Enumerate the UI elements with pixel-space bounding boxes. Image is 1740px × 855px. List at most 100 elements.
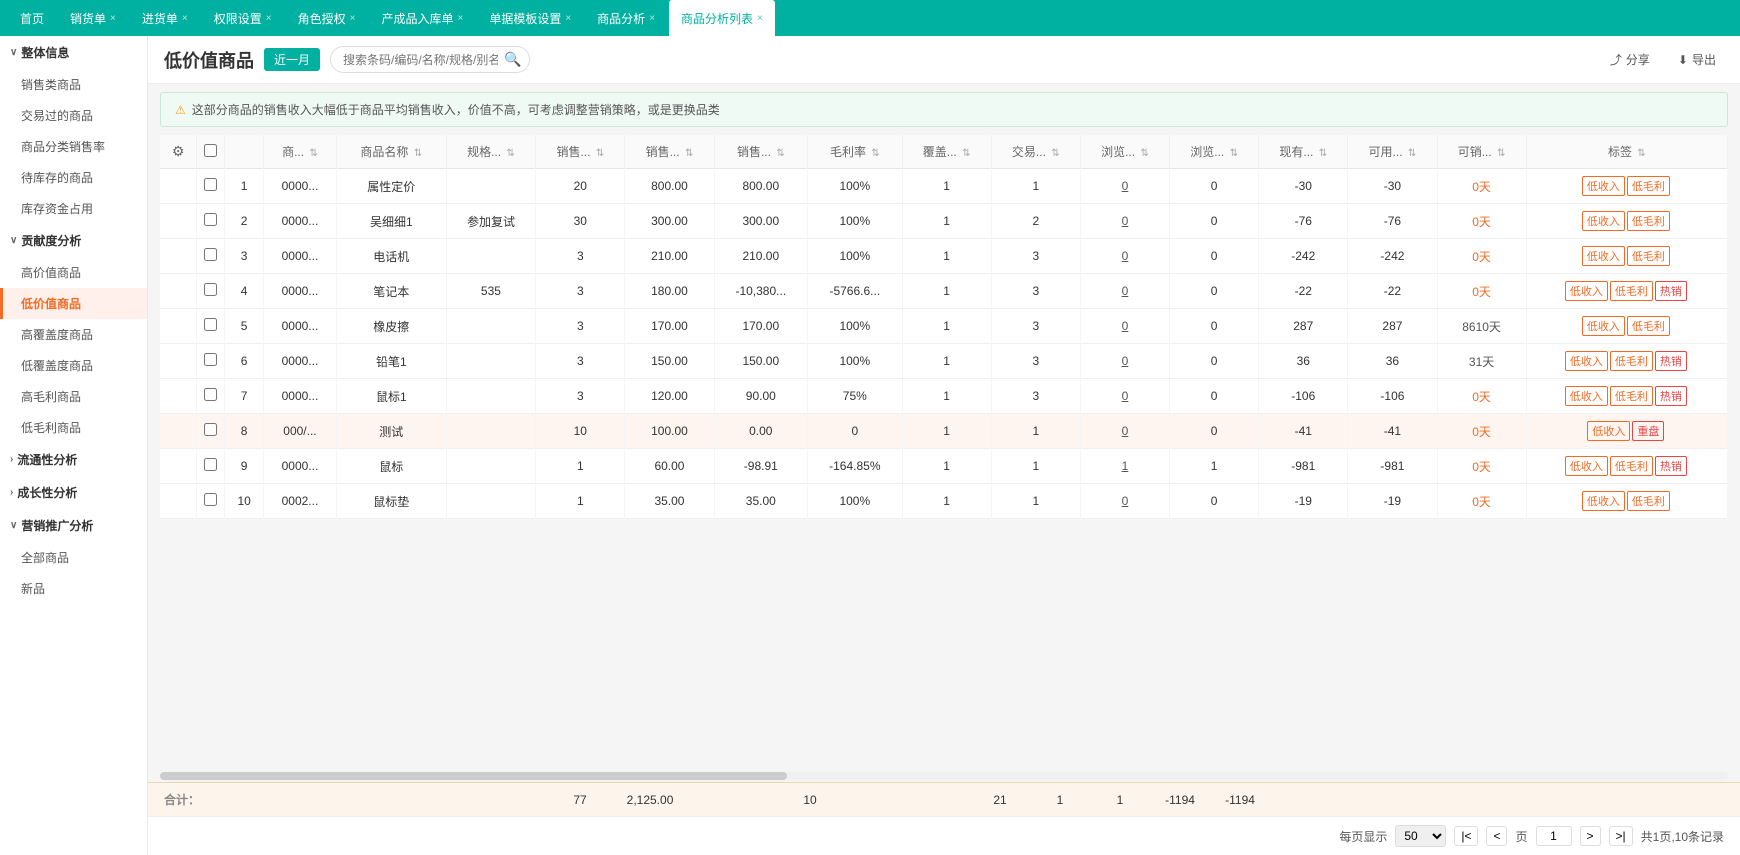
row-browse1[interactable]: 0 (1080, 309, 1169, 344)
search-icon[interactable]: 🔍 (504, 51, 521, 68)
nav-goods-analysis-list-close[interactable]: × (757, 13, 763, 24)
row-trade: 2 (991, 204, 1080, 239)
col-gear[interactable]: ⚙ (160, 135, 197, 169)
next-page-button[interactable]: > (1580, 826, 1601, 846)
nav-home[interactable]: 首页 (8, 0, 56, 36)
col-name[interactable]: 商品名称 ⇅ (336, 135, 446, 169)
row-browse1[interactable]: 1 (1080, 449, 1169, 484)
nav-sales-order-close[interactable]: × (110, 13, 116, 24)
col-tags[interactable]: 标签 ⇅ (1526, 135, 1727, 169)
sidebar-item-high-margin[interactable]: 高毛利商品 (0, 381, 147, 412)
row-browse1[interactable]: 0 (1080, 414, 1169, 449)
row-browse1[interactable]: 0 (1080, 344, 1169, 379)
time-filter-button[interactable]: 近一月 (264, 48, 320, 71)
col-sales2[interactable]: 销售... ⇅ (714, 135, 808, 169)
col-qty[interactable]: 销售... ⇅ (536, 135, 625, 169)
row-sales2: 90.00 (714, 379, 808, 414)
col-trade[interactable]: 交易... ⇅ (991, 135, 1080, 169)
nav-purchase-order[interactable]: 进货单 × (130, 0, 200, 36)
nav-template-close[interactable]: × (565, 13, 571, 24)
col-browse1[interactable]: 浏览... ⇅ (1080, 135, 1169, 169)
row-checkbox[interactable] (204, 423, 217, 436)
col-browse2[interactable]: 浏览... ⇅ (1170, 135, 1259, 169)
row-checkbox[interactable] (204, 178, 217, 191)
row-stock1: -19 (1259, 484, 1348, 519)
row-checkbox[interactable] (204, 318, 217, 331)
row-sales1: 800.00 (625, 169, 714, 204)
row-checkbox[interactable] (204, 248, 217, 261)
prev-page-button[interactable]: < (1486, 826, 1507, 846)
sidebar-section-marketing[interactable]: ∨ 营销推广分析 (0, 509, 147, 542)
first-page-button[interactable]: |< (1454, 826, 1478, 846)
sidebar-item-stock-funds[interactable]: 库存资金占用 (0, 193, 147, 224)
row-sales3: 100% (808, 309, 903, 344)
nav-roles-close[interactable]: × (350, 13, 356, 24)
horizontal-scrollbar[interactable] (160, 772, 1728, 780)
sidebar-item-sales-goods[interactable]: 销售类商品 (0, 69, 147, 100)
nav-goods-analysis[interactable]: 商品分析 × (585, 0, 667, 36)
sidebar-item-new-goods[interactable]: 新品 (0, 573, 147, 604)
sidebar-item-high-value[interactable]: 高价值商品 (0, 257, 147, 288)
row-checkbox[interactable] (204, 283, 217, 296)
row-checkbox[interactable] (204, 458, 217, 471)
row-index: 8 (225, 414, 264, 449)
gear-icon[interactable]: ⚙ (172, 143, 185, 159)
row-sales2: 300.00 (714, 204, 808, 239)
nav-permissions[interactable]: 权限设置 × (202, 0, 284, 36)
sidebar-section-overview[interactable]: ∨ 整体信息 (0, 36, 147, 69)
col-code[interactable]: 商... ⇅ (263, 135, 336, 169)
sidebar-item-traded-goods[interactable]: 交易过的商品 (0, 100, 147, 131)
nav-product-storage-close[interactable]: × (457, 13, 463, 24)
sidebar-item-low-coverage[interactable]: 低覆盖度商品 (0, 350, 147, 381)
search-input[interactable] (343, 53, 498, 67)
col-coverage[interactable]: 覆盖... ⇅ (902, 135, 991, 169)
row-browse1[interactable]: 0 (1080, 484, 1169, 519)
col-margin[interactable]: 毛利率 ⇅ (808, 135, 903, 169)
sidebar-item-low-margin[interactable]: 低毛利商品 (0, 412, 147, 443)
row-days: 8610天 (1437, 309, 1526, 344)
nav-product-storage[interactable]: 产成品入库单 × (369, 0, 475, 36)
row-code: 0000... (263, 309, 336, 344)
row-browse1[interactable]: 0 (1080, 169, 1169, 204)
nav-goods-analysis-list[interactable]: 商品分析列表 × (669, 0, 775, 36)
col-sales1[interactable]: 销售... ⇅ (625, 135, 714, 169)
row-browse1[interactable]: 0 (1080, 274, 1169, 309)
share-button[interactable]: ⤴ 分享 (1602, 47, 1658, 72)
nav-goods-analysis-close[interactable]: × (649, 13, 655, 24)
nav-purchase-order-close[interactable]: × (182, 13, 188, 24)
nav-roles[interactable]: 角色授权 × (286, 0, 368, 36)
row-name: 橡皮擦 (336, 309, 446, 344)
row-browse1[interactable]: 0 (1080, 379, 1169, 414)
row-index: 4 (225, 274, 264, 309)
col-spec[interactable]: 规格... ⇅ (446, 135, 536, 169)
col-days[interactable]: 可销... ⇅ (1437, 135, 1526, 169)
scrollbar-thumb[interactable] (160, 772, 787, 780)
nav-permissions-close[interactable]: × (266, 13, 272, 24)
row-checkbox[interactable] (204, 493, 217, 506)
last-page-button[interactable]: >| (1609, 826, 1633, 846)
row-checkbox[interactable] (204, 353, 217, 366)
row-spec (446, 484, 536, 519)
row-browse1[interactable]: 0 (1080, 204, 1169, 239)
export-button[interactable]: ⬇ 导出 (1670, 47, 1724, 72)
col-stock2[interactable]: 可用... ⇅ (1348, 135, 1437, 169)
sidebar-item-category-sales[interactable]: 商品分类销售率 (0, 131, 147, 162)
row-browse1[interactable]: 0 (1080, 239, 1169, 274)
sidebar-section-growth[interactable]: › 成长性分析 (0, 476, 147, 509)
sidebar-section-liquidity[interactable]: › 流通性分析 (0, 443, 147, 476)
sidebar-section-contribution[interactable]: ∨ 贡献度分析 (0, 224, 147, 257)
row-checkbox[interactable] (204, 213, 217, 226)
summary-trade-val: 21 (970, 793, 1030, 807)
col-stock1[interactable]: 现有... ⇅ (1259, 135, 1348, 169)
page-size-select[interactable]: 50 100 200 (1395, 825, 1446, 847)
page-input[interactable] (1536, 826, 1572, 846)
sidebar-item-high-coverage[interactable]: 高覆盖度商品 (0, 319, 147, 350)
row-checkbox[interactable] (204, 388, 217, 401)
row-tags: 低收入低毛利 (1526, 239, 1727, 274)
select-all-checkbox[interactable] (204, 144, 217, 157)
sidebar-item-stock-goods[interactable]: 待库存的商品 (0, 162, 147, 193)
nav-template[interactable]: 单据模板设置 × (477, 0, 583, 36)
sidebar-item-all-goods[interactable]: 全部商品 (0, 542, 147, 573)
sidebar-item-low-value[interactable]: 低价值商品 (0, 288, 147, 319)
nav-sales-order[interactable]: 销货单 × (58, 0, 128, 36)
